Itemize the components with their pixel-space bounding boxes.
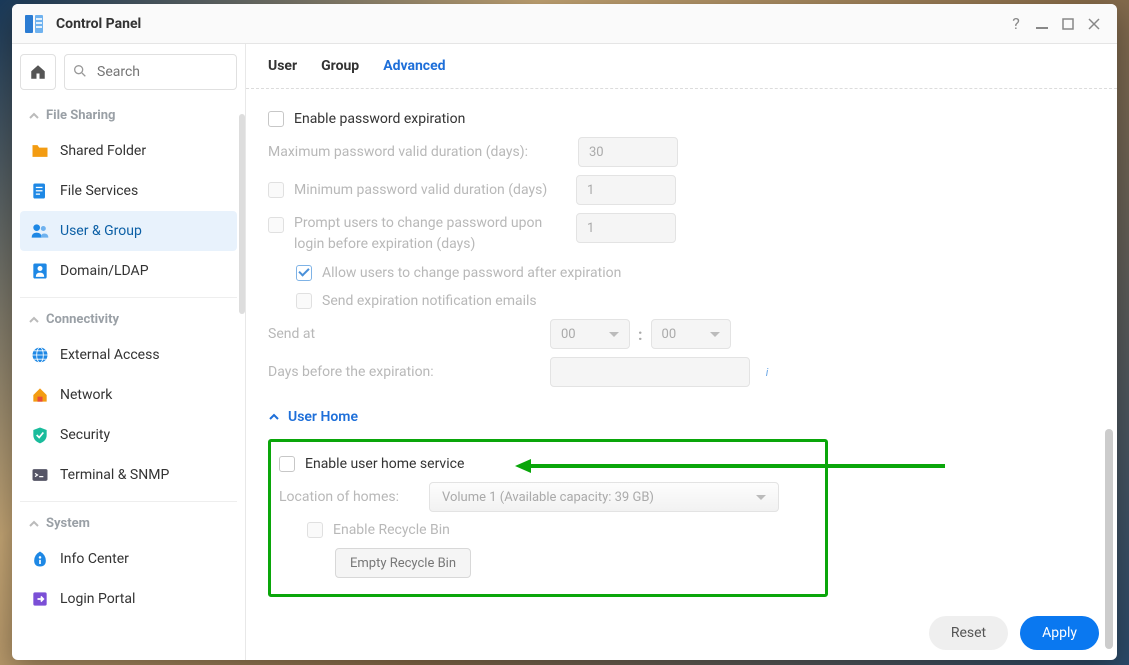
sidebar-item-shared-folder[interactable]: Shared Folder: [20, 131, 237, 171]
checkbox-allow-change[interactable]: [296, 265, 312, 281]
info-icon: [30, 549, 50, 569]
apply-button[interactable]: Apply: [1020, 616, 1099, 650]
sidebar-scrollbar[interactable]: [239, 114, 245, 314]
reset-button[interactable]: Reset: [929, 616, 1008, 650]
domain-icon: [30, 261, 50, 281]
file-icon: [30, 181, 50, 201]
input-prompt: [576, 213, 676, 243]
chevron-up-icon: [28, 314, 40, 326]
app-icon: [22, 12, 46, 36]
label-send-emails: Send expiration notification emails: [322, 293, 537, 309]
sidebar-item-label: Domain/LDAP: [60, 263, 149, 279]
footer: Reset Apply: [929, 616, 1099, 650]
sidebar-item-label: Terminal & SNMP: [60, 467, 169, 483]
tab-group[interactable]: Group: [321, 58, 359, 88]
sidebar-item-label: Security: [60, 427, 110, 443]
sidebar-item-label: User & Group: [60, 223, 142, 239]
checkbox-enable-user-home[interactable]: [279, 456, 295, 472]
time-colon: :: [638, 325, 643, 344]
section-connectivity[interactable]: Connectivity: [20, 304, 237, 335]
sidebar-item-label: External Access: [60, 347, 160, 363]
section-label: System: [46, 516, 90, 531]
sidebar-item-label: Login Portal: [60, 591, 135, 607]
terminal-icon: [30, 465, 50, 485]
empty-recycle-bin-button[interactable]: Empty Recycle Bin: [335, 548, 471, 578]
label-max-duration: Maximum password valid duration (days):: [268, 144, 578, 160]
section-file-sharing[interactable]: File Sharing: [20, 100, 237, 131]
label-recycle-bin: Enable Recycle Bin: [333, 522, 450, 538]
section-user-home[interactable]: User Home: [268, 391, 1095, 435]
sidebar-item-terminal-snmp[interactable]: Terminal & SNMP: [20, 455, 237, 495]
label-send-at: Send at: [268, 326, 550, 342]
checkbox-send-emails: [296, 293, 312, 309]
home-button[interactable]: [20, 54, 56, 90]
label-enable-pw-expiration: Enable password expiration: [294, 111, 465, 127]
maximize-button[interactable]: [1055, 11, 1081, 37]
section-title-label: User Home: [288, 409, 358, 425]
checkbox-enable-pw-expiration[interactable]: [268, 111, 284, 127]
content-area: User Group Advanced Enable password expi…: [246, 44, 1117, 660]
sidebar-item-file-services[interactable]: File Services: [20, 171, 237, 211]
sidebar-item-login-portal[interactable]: Login Portal: [20, 579, 237, 619]
sidebar-item-info-center[interactable]: Info Center: [20, 539, 237, 579]
sidebar-item-label: Info Center: [60, 551, 129, 567]
checkbox-recycle-bin: [307, 522, 323, 538]
annotation-highlight: Enable user home service Location of hom…: [268, 439, 828, 597]
sidebar: File Sharing Shared Folder File Services…: [12, 44, 246, 660]
checkbox-min-duration: [268, 182, 284, 198]
label-enable-user-home: Enable user home service: [305, 456, 464, 472]
label-min-duration: Minimum password valid duration (days): [294, 182, 576, 198]
section-label: File Sharing: [46, 108, 115, 123]
home-icon: [29, 63, 47, 81]
chevron-up-icon: [28, 518, 40, 530]
label-allow-change: Allow users to change password after exp…: [322, 265, 621, 281]
checkbox-prompt: [268, 217, 284, 233]
shield-icon: [30, 425, 50, 445]
control-panel-window: Control Panel ? File Sharing: [12, 4, 1117, 660]
sidebar-item-domain-ldap[interactable]: Domain/LDAP: [20, 251, 237, 291]
input-max-duration[interactable]: [578, 137, 678, 167]
help-button[interactable]: ?: [1003, 11, 1029, 37]
chevron-up-icon: [28, 110, 40, 122]
input-min-duration: [576, 175, 676, 205]
input-days-before: [550, 357, 750, 387]
select-location[interactable]: Volume 1 (Available capacity: 39 GB): [429, 482, 779, 512]
window-title: Control Panel: [56, 16, 141, 32]
search-icon: [72, 63, 88, 83]
search-input[interactable]: [64, 54, 237, 90]
select-minute[interactable]: 00: [651, 319, 731, 349]
tabs: User Group Advanced: [246, 44, 1117, 89]
info-icon[interactable]: i: [758, 363, 776, 381]
tab-advanced[interactable]: Advanced: [383, 58, 445, 88]
folder-icon: [30, 141, 50, 161]
portal-icon: [30, 589, 50, 609]
section-label: Connectivity: [46, 312, 119, 327]
sidebar-item-external-access[interactable]: External Access: [20, 335, 237, 375]
network-icon: [30, 385, 50, 405]
label-location: Location of homes:: [279, 489, 429, 505]
content-scrollbar[interactable]: [1105, 429, 1113, 649]
sidebar-item-user-group[interactable]: User & Group: [20, 211, 237, 251]
sidebar-item-security[interactable]: Security: [20, 415, 237, 455]
annotation-arrow: [515, 456, 945, 476]
chevron-up-icon: [268, 411, 280, 423]
titlebar: Control Panel ?: [12, 4, 1117, 44]
content-scroll: Enable password expiration Maximum passw…: [246, 89, 1117, 660]
sidebar-item-label: Shared Folder: [60, 143, 146, 159]
label-days-before: Days before the expiration:: [268, 364, 550, 380]
label-prompt: Prompt users to change password upon log…: [294, 213, 576, 255]
sidebar-item-label: File Services: [60, 183, 138, 199]
tab-user[interactable]: User: [268, 58, 297, 88]
sidebar-item-label: Network: [60, 387, 112, 403]
globe-icon: [30, 345, 50, 365]
users-icon: [30, 221, 50, 241]
minimize-button[interactable]: [1029, 11, 1055, 37]
sidebar-item-network[interactable]: Network: [20, 375, 237, 415]
section-system[interactable]: System: [20, 508, 237, 539]
close-button[interactable]: [1081, 11, 1107, 37]
select-hour[interactable]: 00: [550, 319, 630, 349]
